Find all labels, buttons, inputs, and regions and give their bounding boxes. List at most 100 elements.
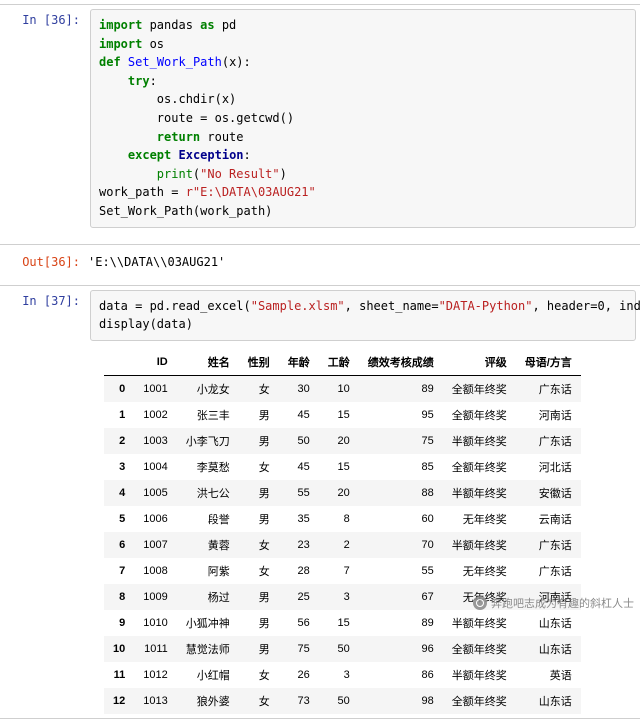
notebook-cell: In [36]: import pandas as pd import os d… xyxy=(0,4,640,245)
table-cell: 李莫愁 xyxy=(177,454,239,480)
table-header-cell: 母语/方言 xyxy=(516,349,581,376)
table-cell: 山东话 xyxy=(516,610,581,636)
table-cell: 半额年终奖 xyxy=(443,428,516,454)
table-cell: 85 xyxy=(359,454,443,480)
table-cell: 45 xyxy=(279,402,319,428)
table-cell: 全额年终奖 xyxy=(443,375,516,402)
table-row: 71008阿紫女28755无年终奖广东话 xyxy=(104,558,581,584)
table-cell: 1012 xyxy=(134,662,176,688)
table-cell: 55 xyxy=(359,558,443,584)
table-cell: 1001 xyxy=(134,375,176,402)
table-header-cell: ID xyxy=(134,349,176,376)
table-cell: 1011 xyxy=(134,636,176,662)
code-input-area[interactable]: data = pd.read_excel("Sample.xlsm", shee… xyxy=(90,290,636,341)
row-index-cell: 0 xyxy=(104,375,134,402)
table-cell: 95 xyxy=(359,402,443,428)
table-cell: 3 xyxy=(319,584,359,610)
table-cell: 89 xyxy=(359,610,443,636)
table-cell: 小李飞刀 xyxy=(177,428,239,454)
table-cell: 女 xyxy=(239,375,279,402)
table-cell: 河南话 xyxy=(516,402,581,428)
table-cell: 10 xyxy=(319,375,359,402)
table-cell: 1005 xyxy=(134,480,176,506)
table-cell: 20 xyxy=(319,480,359,506)
table-header-cell: 姓名 xyxy=(177,349,239,376)
watermark-icon xyxy=(473,596,487,610)
table-cell: 无年终奖 xyxy=(443,506,516,532)
table-header-cell xyxy=(104,349,134,376)
table-cell: 89 xyxy=(359,375,443,402)
table-row: 11002张三丰男451595全额年终奖河南话 xyxy=(104,402,581,428)
table-cell: 慧觉法师 xyxy=(177,636,239,662)
dataframe-table: ID姓名性别年龄工龄绩效考核成绩评级母语/方言 01001小龙女女301089全… xyxy=(104,349,581,714)
table-cell: 男 xyxy=(239,610,279,636)
table-header-cell: 绩效考核成绩 xyxy=(359,349,443,376)
row-index-cell: 1 xyxy=(104,402,134,428)
table-cell: 广东话 xyxy=(516,428,581,454)
row-index-cell: 5 xyxy=(104,506,134,532)
table-cell: 男 xyxy=(239,636,279,662)
table-cell: 70 xyxy=(359,532,443,558)
table-row: 01001小龙女女301089全额年终奖广东话 xyxy=(104,375,581,402)
row-index-cell: 9 xyxy=(104,610,134,636)
table-cell: 1004 xyxy=(134,454,176,480)
table-cell: 73 xyxy=(279,688,319,714)
table-cell: 男 xyxy=(239,506,279,532)
table-cell: 男 xyxy=(239,428,279,454)
table-cell: 88 xyxy=(359,480,443,506)
table-cell: 广东话 xyxy=(516,558,581,584)
table-cell: 无年终奖 xyxy=(443,558,516,584)
table-cell: 1007 xyxy=(134,532,176,558)
table-header-cell: 年龄 xyxy=(279,349,319,376)
table-row: 21003小李飞刀男502075半额年终奖广东话 xyxy=(104,428,581,454)
table-cell: 杨过 xyxy=(177,584,239,610)
table-cell: 1013 xyxy=(134,688,176,714)
table-cell: 半额年终奖 xyxy=(443,610,516,636)
code-input-area[interactable]: import pandas as pd import os def Set_Wo… xyxy=(90,9,636,228)
table-row: 101011慧觉法师男755096全额年终奖山东话 xyxy=(104,636,581,662)
table-cell: 云南话 xyxy=(516,506,581,532)
table-cell: 15 xyxy=(319,610,359,636)
table-cell: 3 xyxy=(319,662,359,688)
table-cell: 50 xyxy=(279,428,319,454)
table-cell: 女 xyxy=(239,532,279,558)
table-cell: 20 xyxy=(319,428,359,454)
table-row: 51006段誉男35860无年终奖云南话 xyxy=(104,506,581,532)
table-cell: 28 xyxy=(279,558,319,584)
table-row: 121013狼外婆女735098全额年终奖山东话 xyxy=(104,688,581,714)
table-cell: 60 xyxy=(359,506,443,532)
table-cell: 55 xyxy=(279,480,319,506)
row-index-cell: 2 xyxy=(104,428,134,454)
table-cell: 女 xyxy=(239,558,279,584)
row-index-cell: 11 xyxy=(104,662,134,688)
watermark: 奔跑吧志成为有趣的斜杠人士 xyxy=(473,595,634,611)
cell-body: data = pd.read_excel("Sample.xlsm", shee… xyxy=(86,288,640,716)
table-row: 91010小狐冲神男561589半额年终奖山东话 xyxy=(104,610,581,636)
table-cell: 半额年终奖 xyxy=(443,662,516,688)
table-cell: 小狐冲神 xyxy=(177,610,239,636)
input-prompt: In [36]: xyxy=(0,7,86,242)
watermark-text: 奔跑吧志成为有趣的斜杠人士 xyxy=(491,595,634,611)
row-index-cell: 3 xyxy=(104,454,134,480)
table-cell: 全额年终奖 xyxy=(443,454,516,480)
row-index-cell: 7 xyxy=(104,558,134,584)
row-index-cell: 12 xyxy=(104,688,134,714)
table-cell: 阿紫 xyxy=(177,558,239,584)
row-index-cell: 10 xyxy=(104,636,134,662)
table-cell: 15 xyxy=(319,402,359,428)
table-cell: 25 xyxy=(279,584,319,610)
table-cell: 河北话 xyxy=(516,454,581,480)
table-header-cell: 性别 xyxy=(239,349,279,376)
table-cell: 1006 xyxy=(134,506,176,532)
table-cell: 50 xyxy=(319,636,359,662)
row-index-cell: 4 xyxy=(104,480,134,506)
table-cell: 75 xyxy=(359,428,443,454)
row-index-cell: 6 xyxy=(104,532,134,558)
table-cell: 黄蓉 xyxy=(177,532,239,558)
table-cell: 全额年终奖 xyxy=(443,402,516,428)
table-cell: 山东话 xyxy=(516,688,581,714)
table-cell: 英语 xyxy=(516,662,581,688)
table-cell: 56 xyxy=(279,610,319,636)
table-cell: 86 xyxy=(359,662,443,688)
table-row: 31004李莫愁女451585全额年终奖河北话 xyxy=(104,454,581,480)
